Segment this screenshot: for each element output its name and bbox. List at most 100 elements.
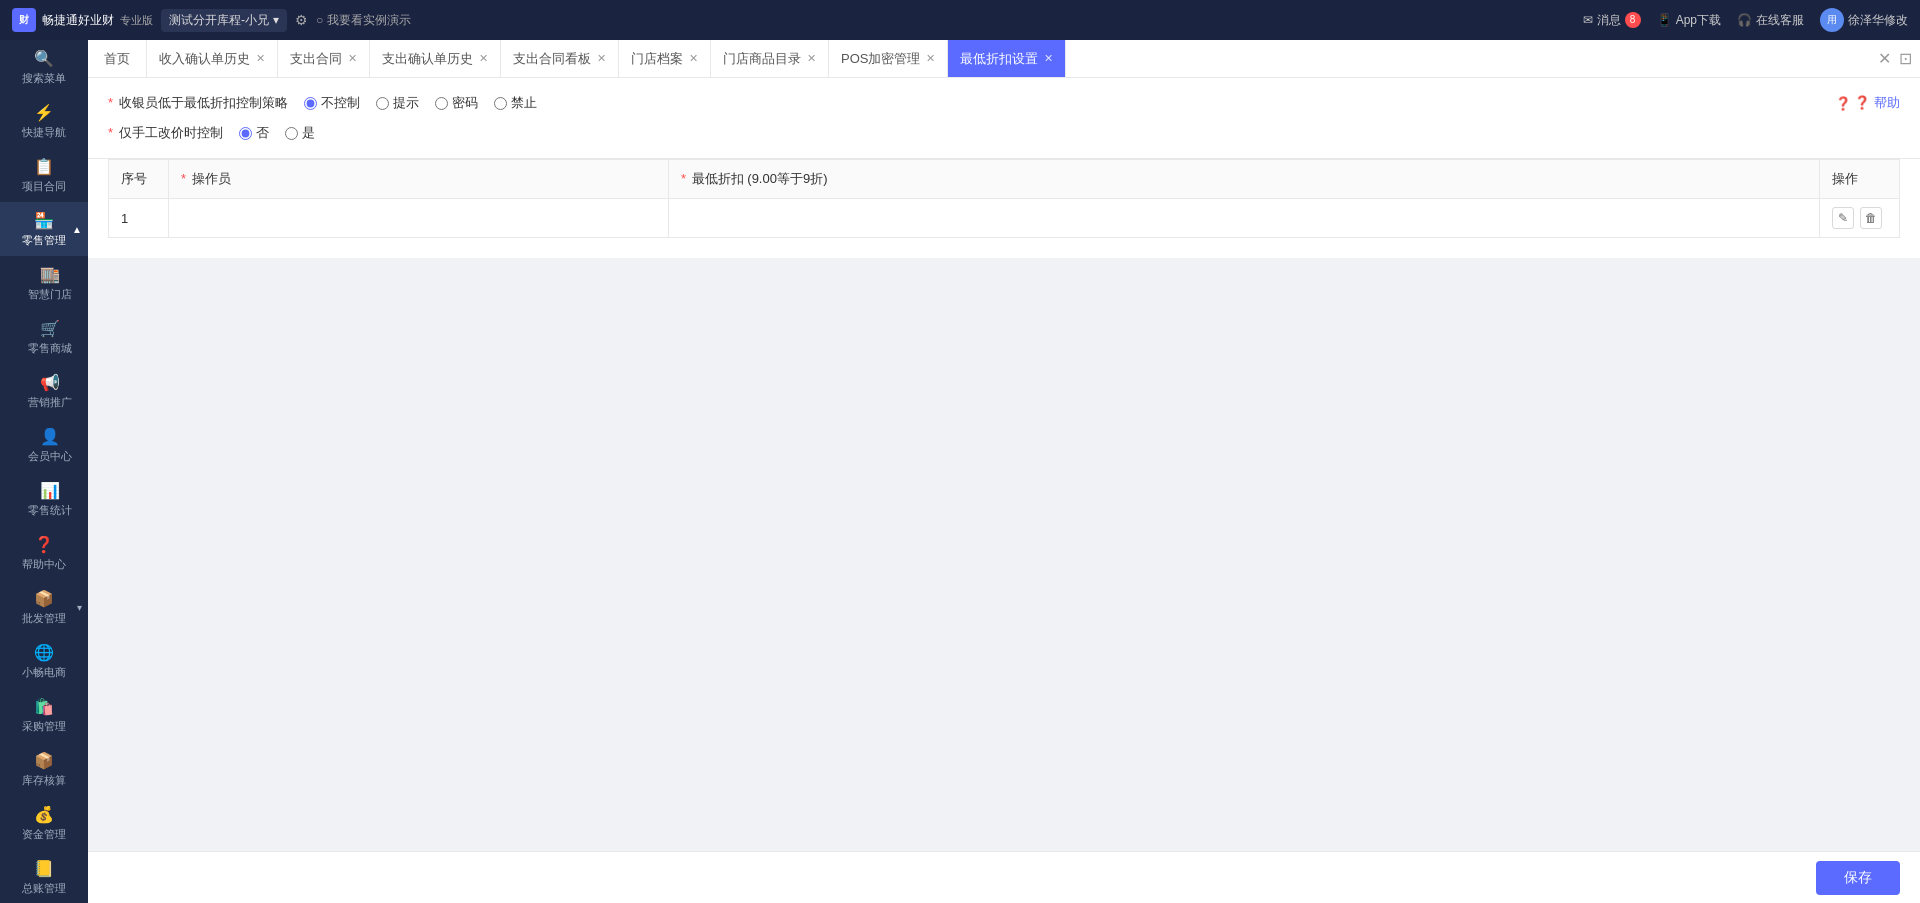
manual-option-label: 是	[302, 124, 315, 142]
tab-min-discount[interactable]: 最低折扣设置 ✕	[948, 40, 1066, 78]
sidebar-item-shortcut[interactable]: ⚡ 快捷导航	[0, 94, 88, 148]
sidebar-item-label: 会员中心	[28, 449, 72, 464]
chevron-up-icon: ▲	[72, 224, 82, 235]
purchase-icon: 🛍️	[34, 697, 54, 716]
message-icon: ✉	[1583, 13, 1593, 27]
sidebar-item-member-center[interactable]: 👤 会员中心	[0, 418, 88, 472]
tab-close-icon[interactable]: ✕	[479, 53, 488, 64]
tab-close-icon[interactable]: ✕	[689, 53, 698, 64]
strategy-radio-input-no-control[interactable]	[304, 97, 317, 110]
required-star: *	[108, 95, 113, 110]
manual-radio-yes[interactable]: 是	[285, 124, 315, 142]
th-action: 操作	[1820, 160, 1900, 199]
sidebar-item-retail-mgmt[interactable]: 🏪 零售管理 ▲	[0, 202, 88, 256]
tab-close-icon[interactable]: ✕	[807, 53, 816, 64]
sidebar-item-marketing[interactable]: 📢 营销推广	[0, 364, 88, 418]
message-label: 消息	[1597, 12, 1621, 29]
tab-home[interactable]: 首页	[88, 40, 147, 78]
tab-bar-actions: ✕ ⊡	[1870, 51, 1920, 67]
project-selector[interactable]: 测试分开库程-小兄 ▾	[161, 9, 287, 32]
logo-area: 财 畅捷通好业财 专业版	[12, 8, 153, 32]
save-button[interactable]: 保存	[1816, 861, 1900, 895]
sidebar-item-label: 总账管理	[22, 881, 66, 896]
table-row: 1 ✎ 🗑	[109, 199, 1900, 238]
sidebar-item-label: 小畅电商	[22, 665, 66, 680]
help-link[interactable]: ❓ ❓ 帮助	[1835, 94, 1900, 112]
strategy-radio-disable[interactable]: 禁止	[494, 94, 537, 112]
tab-close-icon[interactable]: ✕	[926, 53, 935, 64]
message-action[interactable]: ✉ 消息 8	[1583, 12, 1641, 29]
tab-label: 支出确认单历史	[382, 50, 473, 68]
tab-store-archive[interactable]: 门店档案 ✕	[619, 40, 711, 78]
logo-text: 畅捷通好业财	[42, 12, 114, 29]
close-tab-btn[interactable]: ✕	[1878, 51, 1891, 67]
page-content: * 收银员低于最低折扣控制策略 不控制 提示	[88, 78, 1920, 851]
manual-radio-no[interactable]: 否	[239, 124, 269, 142]
th-required-star: *	[681, 171, 686, 186]
customer-service-action[interactable]: 🎧 在线客服	[1737, 12, 1804, 29]
help-label: ❓ 帮助	[1854, 94, 1900, 112]
manual-radio-input-no[interactable]	[239, 127, 252, 140]
sidebar-item-ecommerce[interactable]: 🌐 小畅电商	[0, 634, 88, 688]
tab-close-icon[interactable]: ✕	[1044, 53, 1053, 64]
search-icon: 🔍	[34, 49, 54, 68]
tab-payment-board[interactable]: 支出合同看板 ✕	[501, 40, 619, 78]
strategy-radio-no-control[interactable]: 不控制	[304, 94, 360, 112]
capital-icon: 💰	[34, 805, 54, 824]
sidebar-item-retail-mall[interactable]: 🛒 零售商城	[0, 310, 88, 364]
shortcut-icon: ⚡	[34, 103, 54, 122]
td-discount	[669, 199, 1820, 238]
strategy-option-label: 密码	[452, 94, 478, 112]
sidebar-item-capital[interactable]: 💰 资金管理	[0, 796, 88, 850]
table-body: 1 ✎ 🗑	[109, 199, 1900, 238]
sidebar-item-purchase[interactable]: 🛍️ 采购管理	[0, 688, 88, 742]
sidebar-item-retail-stats[interactable]: 📊 零售统计	[0, 472, 88, 526]
tab-close-icon[interactable]: ✕	[348, 53, 357, 64]
manual-label: * 仅手工改价时控制	[108, 124, 223, 142]
sidebar-item-project-contract[interactable]: 📋 项目合同	[0, 148, 88, 202]
tab-label: 最低折扣设置	[960, 50, 1038, 68]
strategy-radio-input-prompt[interactable]	[376, 97, 389, 110]
app-download-action[interactable]: 📱 App下载	[1657, 12, 1721, 29]
retail-icon: 🏪	[34, 211, 54, 230]
th-seq: 序号	[109, 160, 169, 199]
table-section: 序号 * 操作员 * 最低折扣 (9.00等于9折) 操作	[88, 159, 1920, 258]
strategy-radio-input-password[interactable]	[435, 97, 448, 110]
table-header-row: 序号 * 操作员 * 最低折扣 (9.00等于9折) 操作	[109, 160, 1900, 199]
tab-payment-confirm-history[interactable]: 支出确认单历史 ✕	[370, 40, 501, 78]
tab-income-history[interactable]: 收入确认单历史 ✕	[147, 40, 278, 78]
edition-badge: 专业版	[120, 13, 153, 28]
row-delete-btn[interactable]: 🗑	[1860, 207, 1882, 229]
row-edit-btn[interactable]: ✎	[1832, 207, 1854, 229]
headset-icon: 🎧	[1737, 13, 1752, 27]
help-icon: ❓	[1835, 96, 1851, 111]
sidebar-item-help[interactable]: ❓ 帮助中心	[0, 526, 88, 580]
tab-close-icon[interactable]: ✕	[256, 53, 265, 64]
sidebar-item-search[interactable]: 🔍 搜索菜单	[0, 40, 88, 94]
tab-pos-password[interactable]: POS加密管理 ✕	[829, 40, 948, 78]
demo-link[interactable]: ○ 我要看实例演示	[316, 12, 411, 29]
strategy-radio-prompt[interactable]: 提示	[376, 94, 419, 112]
tab-close-icon[interactable]: ✕	[597, 53, 606, 64]
sidebar-item-ledger[interactable]: 📒 总账管理	[0, 850, 88, 903]
tab-store-product-catalog[interactable]: 门店商品目录 ✕	[711, 40, 829, 78]
th-required-star: *	[181, 171, 186, 186]
maximize-tab-btn[interactable]: ⊡	[1899, 51, 1912, 67]
sidebar-item-batch-mgmt[interactable]: 📦 批发管理 ▾	[0, 580, 88, 634]
sidebar-item-smart-store[interactable]: 🏬 智慧门店	[0, 256, 88, 310]
th-operator: * 操作员	[169, 160, 669, 199]
strategy-radio-password[interactable]: 密码	[435, 94, 478, 112]
sidebar-item-label: 智慧门店	[28, 287, 72, 302]
strategy-radio-input-disable[interactable]	[494, 97, 507, 110]
sidebar-item-inventory[interactable]: 📦 库存核算	[0, 742, 88, 796]
main-layout: 🔍 搜索菜单 ⚡ 快捷导航 📋 项目合同 🏪 零售管理 ▲ 🏬 智慧门店 🛒 零…	[0, 40, 1920, 903]
tab-label: 门店商品目录	[723, 50, 801, 68]
tab-payment-contract[interactable]: 支出合同 ✕	[278, 40, 370, 78]
sidebar-item-label: 快捷导航	[22, 125, 66, 140]
content-area: 首页 收入确认单历史 ✕ 支出合同 ✕ 支出确认单历史 ✕ 支出合同看板 ✕ 门…	[88, 40, 1920, 903]
user-action[interactable]: 用 徐泽华修改	[1820, 8, 1908, 32]
strategy-option-label: 禁止	[511, 94, 537, 112]
tab-label: 门店档案	[631, 50, 683, 68]
header-settings-icon[interactable]: ⚙	[295, 12, 308, 28]
manual-radio-input-yes[interactable]	[285, 127, 298, 140]
